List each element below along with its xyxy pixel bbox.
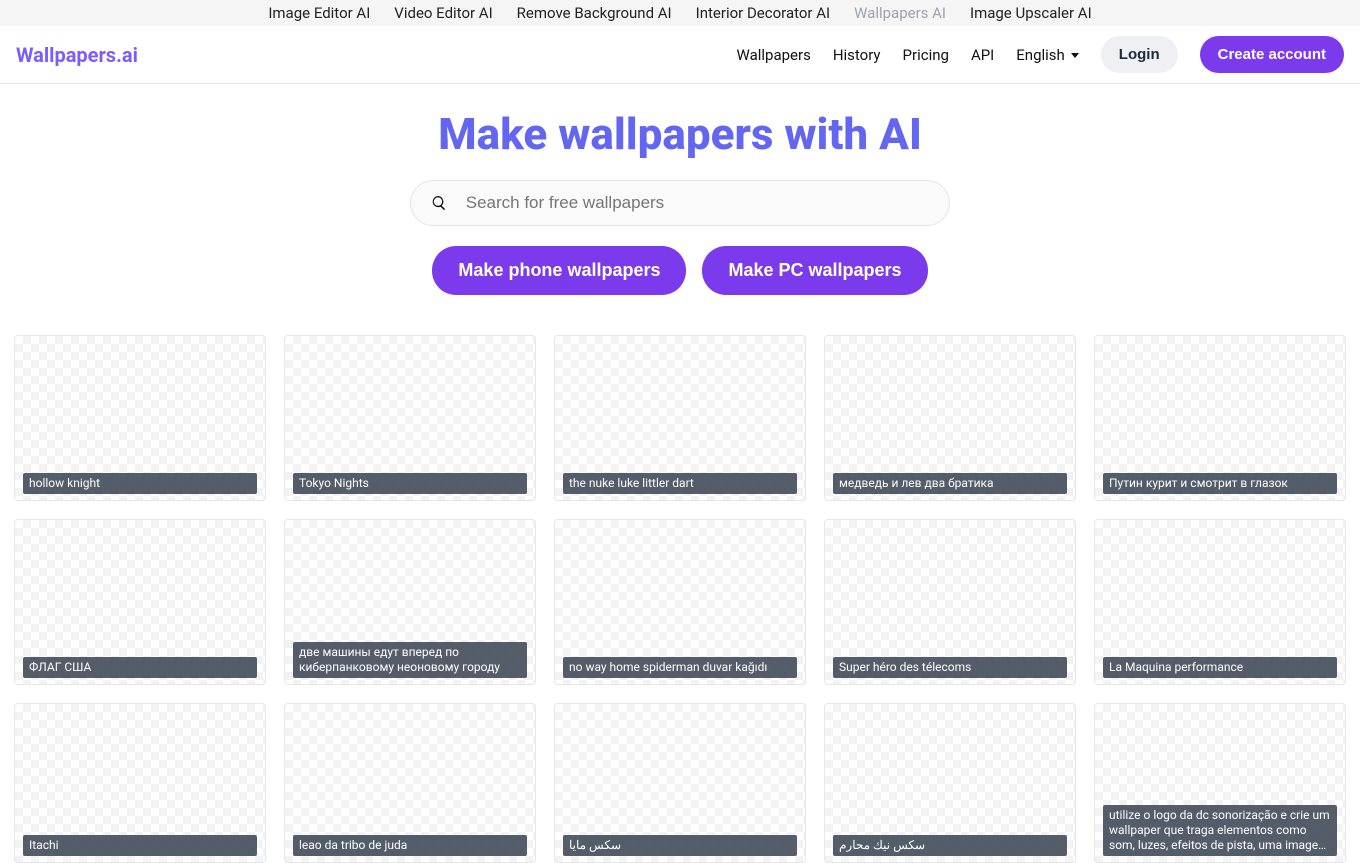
wallpaper-caption: ФЛАГ США: [23, 657, 257, 678]
wallpaper-card[interactable]: Super héro des télecoms: [824, 519, 1076, 685]
top-nav-link-active[interactable]: Wallpapers AI: [854, 4, 946, 22]
main-header: Wallpapers.ai Wallpapers History Pricing…: [0, 26, 1360, 84]
top-nav-link[interactable]: Remove Background AI: [517, 4, 672, 22]
wallpaper-card[interactable]: سكس مايا: [554, 703, 806, 863]
top-nav: Image Editor AI Video Editor AI Remove B…: [0, 0, 1360, 26]
wallpaper-card[interactable]: Путин курит и смотрит в глазок: [1094, 335, 1346, 501]
wallpaper-caption: медведь и лев два братика: [833, 473, 1067, 494]
top-nav-link[interactable]: Image Upscaler AI: [970, 4, 1092, 22]
chevron-down-icon: [1071, 53, 1079, 58]
wallpaper-caption: две машины едут вперед по киберпанковому…: [293, 642, 527, 678]
nav-pricing[interactable]: Pricing: [903, 46, 949, 64]
wallpaper-card[interactable]: медведь и лев два братика: [824, 335, 1076, 501]
wallpaper-caption: the nuke luke littler dart: [563, 473, 797, 494]
make-pc-wallpapers-button[interactable]: Make PC wallpapers: [702, 246, 927, 295]
wallpaper-card[interactable]: ФЛАГ США: [14, 519, 266, 685]
wallpaper-caption: no way home spiderman duvar kağıdı: [563, 657, 797, 678]
wallpaper-caption: سكس مايا: [563, 835, 797, 856]
main-nav: Wallpapers History Pricing API English L…: [737, 36, 1345, 73]
top-nav-link[interactable]: Video Editor AI: [394, 4, 492, 22]
wallpaper-card[interactable]: leao da tribo de juda: [284, 703, 536, 863]
wallpaper-card[interactable]: no way home spiderman duvar kağıdı: [554, 519, 806, 685]
brand-logo[interactable]: Wallpapers.ai: [16, 43, 138, 67]
top-nav-link[interactable]: Interior Decorator AI: [696, 4, 830, 22]
wallpaper-caption: Itachi: [23, 835, 257, 856]
search-bar[interactable]: [410, 180, 950, 226]
wallpaper-caption: Путин курит и смотрит в глазок: [1103, 473, 1337, 494]
wallpaper-caption: utilize o logo da dc sonorização e crie …: [1103, 805, 1337, 856]
wallpaper-card[interactable]: سكس نيك محارم: [824, 703, 1076, 863]
wallpaper-grid: hollow knight Tokyo Nights the nuke luke…: [0, 305, 1360, 863]
login-button[interactable]: Login: [1101, 36, 1178, 73]
search-input[interactable]: [466, 193, 929, 213]
make-phone-wallpapers-button[interactable]: Make phone wallpapers: [432, 246, 686, 295]
wallpaper-caption: hollow knight: [23, 473, 257, 494]
wallpaper-card[interactable]: La Maquina performance: [1094, 519, 1346, 685]
wallpaper-card[interactable]: Itachi: [14, 703, 266, 863]
nav-history[interactable]: History: [833, 46, 881, 64]
page-title: Make wallpapers with AI: [0, 108, 1360, 160]
language-dropdown[interactable]: English: [1016, 46, 1079, 64]
wallpaper-caption: Tokyo Nights: [293, 473, 527, 494]
nav-wallpapers[interactable]: Wallpapers: [737, 46, 811, 64]
wallpaper-card[interactable]: hollow knight: [14, 335, 266, 501]
cta-row: Make phone wallpapers Make PC wallpapers: [0, 246, 1360, 295]
wallpaper-card[interactable]: Tokyo Nights: [284, 335, 536, 501]
create-account-button[interactable]: Create account: [1200, 36, 1344, 73]
hero: Make wallpapers with AI Make phone wallp…: [0, 84, 1360, 305]
wallpaper-caption: leao da tribo de juda: [293, 835, 527, 856]
search-icon: [431, 194, 448, 212]
wallpaper-caption: Super héro des télecoms: [833, 657, 1067, 678]
language-label: English: [1016, 46, 1065, 64]
wallpaper-card[interactable]: the nuke luke littler dart: [554, 335, 806, 501]
wallpaper-caption: سكس نيك محارم: [833, 835, 1067, 856]
wallpaper-caption: La Maquina performance: [1103, 657, 1337, 678]
wallpaper-card[interactable]: utilize o logo da dc sonorização e crie …: [1094, 703, 1346, 863]
wallpaper-card[interactable]: две машины едут вперед по киберпанковому…: [284, 519, 536, 685]
top-nav-link[interactable]: Image Editor AI: [268, 4, 370, 22]
nav-api[interactable]: API: [971, 46, 994, 64]
